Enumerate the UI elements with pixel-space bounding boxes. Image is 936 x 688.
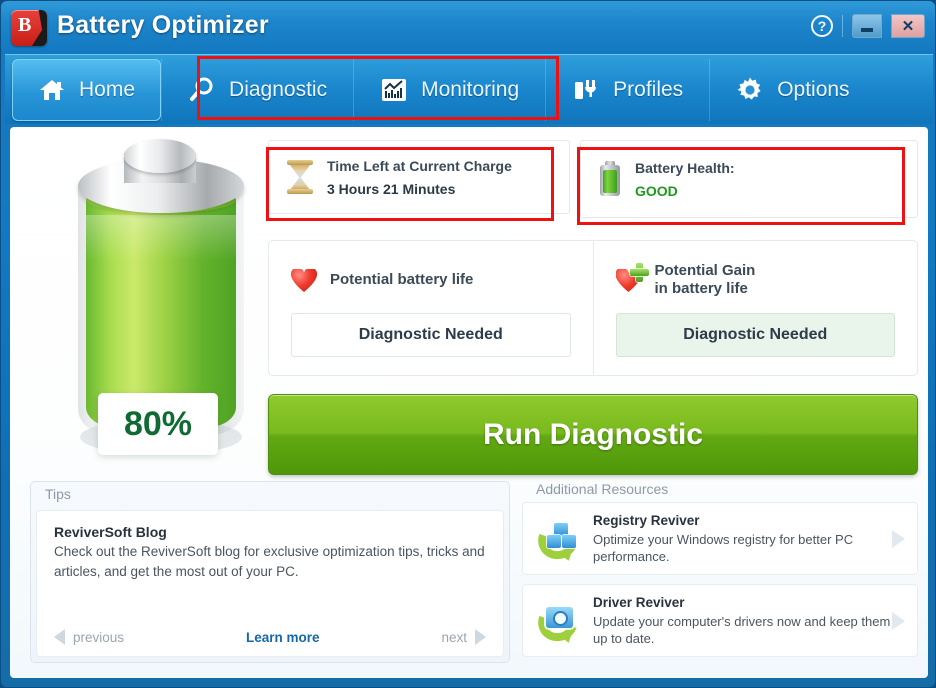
- tab-options-label: Options: [777, 78, 850, 101]
- additional-resources-panel: Additional Resources Registry Reviver Op…: [522, 481, 918, 663]
- battery-health-value: GOOD: [635, 182, 678, 199]
- minimize-icon: [861, 27, 873, 32]
- control-separator: [842, 15, 843, 37]
- tab-profiles[interactable]: Profiles: [545, 59, 709, 121]
- run-diagnostic-button[interactable]: Run Diagnostic: [268, 394, 918, 475]
- chevron-right-icon: [475, 629, 486, 645]
- resource-desc: Update your computer's drivers now and k…: [593, 613, 891, 646]
- battery-health-title: Battery Health:: [635, 159, 735, 176]
- potential-gain-column: Potential Gain in battery life Diagnosti…: [592, 241, 918, 375]
- heart-plus-icon: [616, 263, 649, 293]
- tab-home-label: Home: [79, 78, 136, 101]
- battery-cap-top: [124, 139, 196, 173]
- tips-learn-more-link[interactable]: Learn more: [246, 630, 320, 645]
- resource-item-driver-reviver[interactable]: Driver Reviver Update your computer's dr…: [522, 584, 918, 657]
- help-icon[interactable]: ?: [811, 15, 833, 37]
- driver-reviver-icon: [531, 595, 585, 648]
- potential-gain-value: Diagnostic Needed: [615, 313, 895, 357]
- potential-gain-label: Potential Gain in battery life: [655, 262, 756, 299]
- tips-panel: Tips ReviverSoft Blog Check out the Revi…: [30, 481, 510, 663]
- resource-item-registry-reviver[interactable]: Registry Reviver Optimize your Windows r…: [522, 502, 918, 575]
- battery-percent-badge: 80%: [98, 393, 218, 455]
- tips-next-button[interactable]: next: [441, 629, 486, 645]
- resource-desc: Optimize your Windows registry for bette…: [593, 531, 854, 564]
- tips-previous-button[interactable]: previous: [54, 629, 124, 645]
- tab-monitoring[interactable]: Monitoring: [353, 59, 545, 121]
- plus-icon: [629, 263, 649, 282]
- time-left-box: Time Left at Current Charge 3 Hours 21 M…: [268, 140, 570, 214]
- chevron-right-icon[interactable]: [892, 611, 905, 630]
- tab-profiles-label: Profiles: [613, 78, 684, 101]
- title-bar: B Battery Optimizer ? ✕: [1, 1, 935, 54]
- gear-icon: [736, 76, 764, 104]
- potential-gain-label-line1: Potential Gain: [654, 261, 756, 279]
- chart-icon: [380, 76, 408, 104]
- tips-next-label: next: [441, 629, 467, 645]
- heart-icon: [291, 267, 319, 293]
- potential-battery-life-value: Diagnostic Needed: [291, 313, 571, 357]
- magnifier-icon: [188, 76, 216, 104]
- registry-reviver-icon: [531, 513, 585, 566]
- window-controls: ? ✕: [811, 13, 925, 39]
- content-area: 80% Time Left at Current Charge 3 Hours …: [10, 127, 928, 678]
- tips-header: Tips: [45, 486, 71, 502]
- tips-footer: previous Learn more next: [54, 629, 486, 645]
- nav-tabs: Home Diagnostic Monitoring Profiles Opti…: [5, 55, 933, 125]
- battery-icon: [597, 161, 623, 197]
- tab-home[interactable]: Home: [12, 59, 162, 121]
- minimize-button[interactable]: [852, 14, 882, 38]
- hourglass-icon: [285, 159, 315, 195]
- app-window: B Battery Optimizer ? ✕ Home Diagnostic …: [0, 0, 936, 688]
- resource-title: Driver Reviver: [593, 594, 685, 610]
- home-icon: [38, 76, 66, 104]
- tip-title: ReviverSoft Blog: [54, 524, 167, 540]
- potential-battery-life-label: Potential battery life: [330, 270, 474, 288]
- reviversoft-logo-icon: B: [11, 10, 47, 46]
- potential-panel: Potential battery life Diagnostic Needed…: [268, 240, 918, 376]
- plug-icon: [572, 76, 600, 104]
- tab-diagnostic-label: Diagnostic: [229, 78, 328, 101]
- logo-letter: B: [18, 14, 32, 36]
- chevron-left-icon: [54, 629, 65, 645]
- tip-text: Check out the ReviverSoft blog for exclu…: [54, 544, 485, 579]
- tab-monitoring-label: Monitoring: [421, 78, 520, 101]
- tips-body: ReviverSoft Blog Check out the ReviverSo…: [36, 510, 504, 657]
- potential-battery-life-column: Potential battery life Diagnostic Needed: [269, 241, 593, 375]
- resource-title: Registry Reviver: [593, 512, 700, 528]
- tab-options[interactable]: Options: [709, 59, 875, 121]
- navigation-bar: Home Diagnostic Monitoring Profiles Opti…: [5, 54, 933, 124]
- app-title: Battery Optimizer: [57, 11, 269, 39]
- potential-gain-label-line2: in battery life: [654, 280, 748, 297]
- resources-header: Additional Resources: [536, 481, 669, 497]
- tips-previous-label: previous: [73, 629, 125, 645]
- time-left-value: 3 Hours 21 Minutes: [327, 180, 456, 197]
- chevron-right-icon[interactable]: [892, 529, 905, 548]
- battery-health-box: Battery Health: GOOD: [580, 140, 918, 218]
- close-button[interactable]: ✕: [891, 14, 925, 38]
- tab-diagnostic[interactable]: Diagnostic: [161, 59, 353, 121]
- time-left-title: Time Left at Current Charge: [327, 157, 512, 174]
- battery-graphic: 80%: [72, 137, 252, 457]
